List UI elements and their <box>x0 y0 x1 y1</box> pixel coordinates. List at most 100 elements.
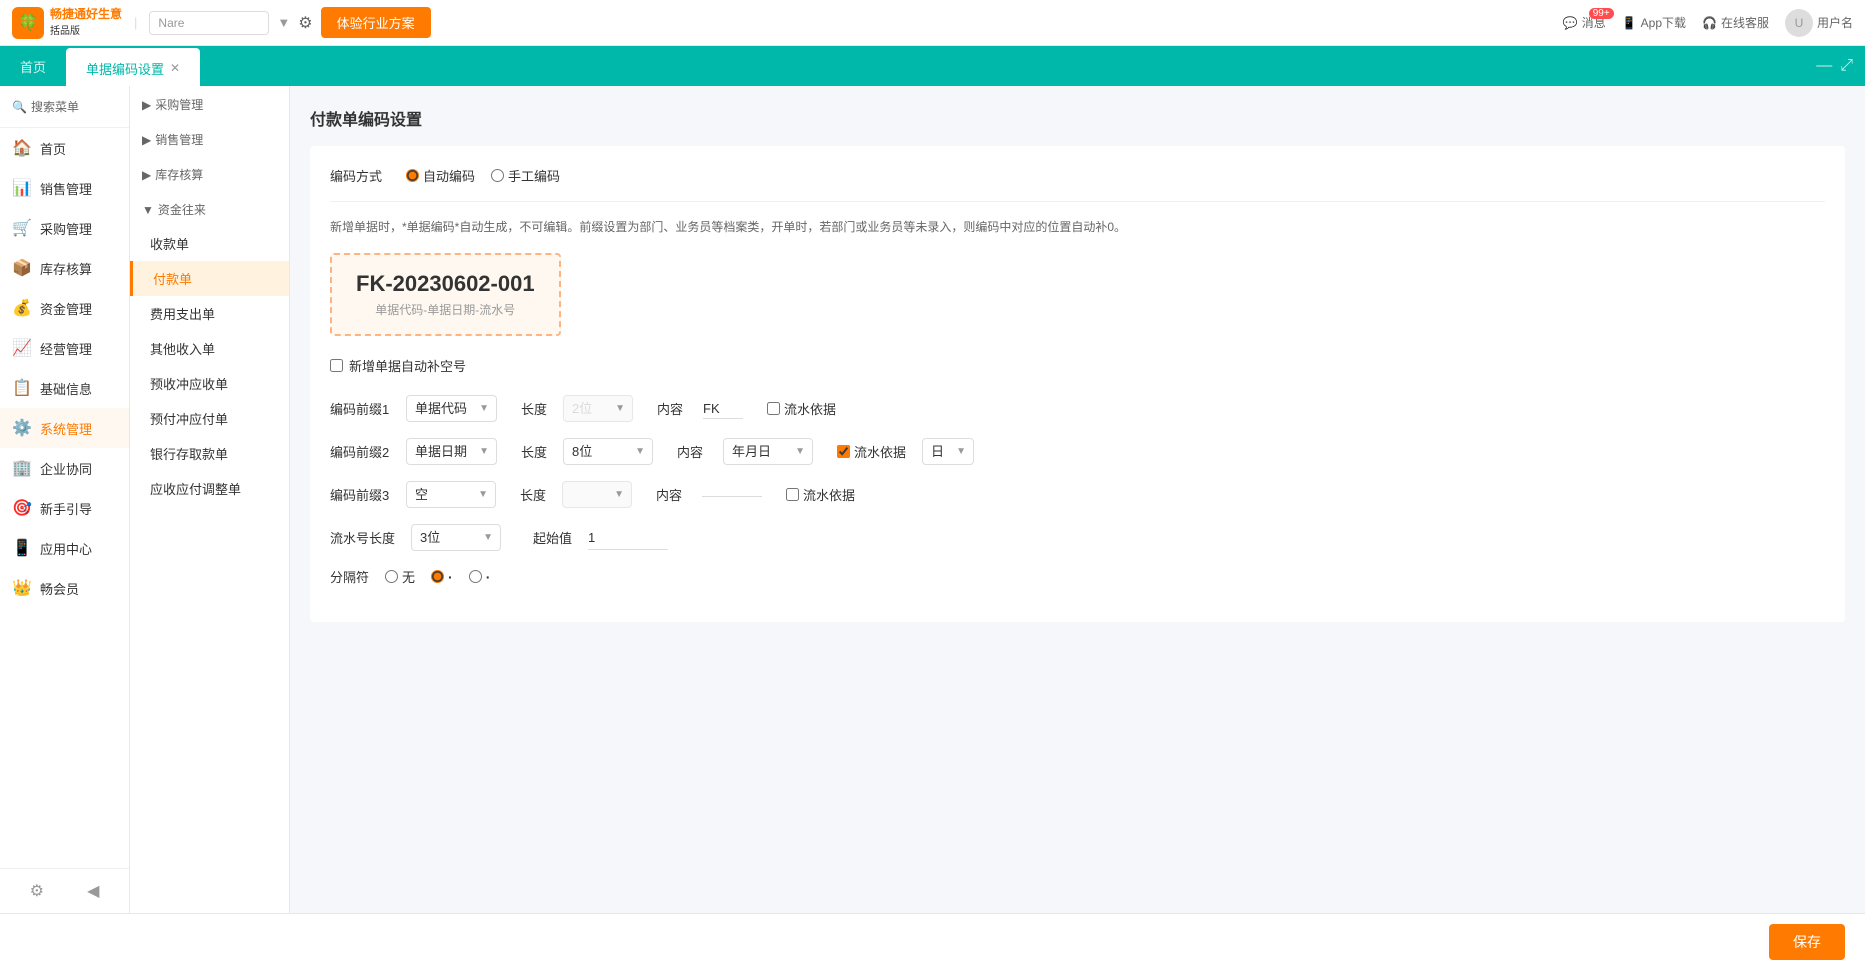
service-icon: 🎧 <box>1702 16 1717 30</box>
save-button[interactable]: 保存 <box>1769 924 1845 960</box>
auto-pad-checkbox[interactable] <box>330 359 343 372</box>
auto-encode-option[interactable]: 自动编码 <box>406 166 475 185</box>
sub-item-payment[interactable]: 付款单 <box>130 261 289 296</box>
download-icon: 📱 <box>1622 16 1637 30</box>
auto-pad-label[interactable]: 新增单据自动补空号 <box>349 356 466 375</box>
content2-select[interactable]: 年月日 年月 年 <box>723 438 813 465</box>
length1-label: 长度 <box>521 399 547 418</box>
sub-item-ar-ap-adj[interactable]: 应收应付调整单 <box>130 471 289 506</box>
content3-value <box>702 492 762 497</box>
sub-item-other-income[interactable]: 其他收入单 <box>130 331 289 366</box>
sub-group-purchase: ▶ 采购管理 <box>130 86 289 121</box>
watermark1-checkbox[interactable] <box>767 402 780 415</box>
bottom-bar: 保存 <box>0 913 1865 969</box>
tab-home[interactable]: 首页 <box>0 46 66 86</box>
search-input[interactable] <box>149 11 269 35</box>
sub-group-purchase-toggle[interactable]: ▶ 采购管理 <box>130 86 289 121</box>
content2-label: 内容 <box>677 442 703 461</box>
sidebar-footer: ⚙ ◀ <box>0 868 129 913</box>
prefix2-select[interactable]: 单据日期 <box>406 438 497 465</box>
watermark2-checkbox-label[interactable]: 流水依据 <box>837 442 906 461</box>
base-icon: 📋 <box>12 378 32 398</box>
sub-item-expense[interactable]: 费用支出单 <box>130 296 289 331</box>
sidebar-item-member[interactable]: 👑 畅会员 <box>0 568 129 608</box>
sep-dot2-radio[interactable] <box>469 570 482 583</box>
prefix3-select[interactable]: 空 <box>406 481 496 508</box>
corp-icon: 🏢 <box>12 458 32 478</box>
sub-item-prepay-ar[interactable]: 预收冲应收单 <box>130 366 289 401</box>
prefix1-select[interactable]: 单据代码 <box>406 395 497 422</box>
sub-group-finance-toggle[interactable]: ▼ 资金往来 <box>130 191 289 226</box>
cta-button[interactable]: 体验行业方案 <box>321 7 431 38</box>
auto-encode-radio[interactable] <box>406 169 419 182</box>
watermark1-checkbox-label[interactable]: 流水依据 <box>767 399 836 418</box>
sep-dot1-radio[interactable] <box>431 570 444 583</box>
sep-none-radio[interactable] <box>385 570 398 583</box>
length2-label: 长度 <box>521 442 547 461</box>
content3-label: 内容 <box>656 485 682 504</box>
length3-label: 长度 <box>520 485 546 504</box>
sidebar-item-sales[interactable]: 📊 销售管理 <box>0 168 129 208</box>
message-item[interactable]: 💬 消息 99+ <box>1563 14 1606 31</box>
sidebar-item-finance[interactable]: 💰 资金管理 <box>0 288 129 328</box>
sub-group-inventory: ▶ 库存核算 <box>130 156 289 191</box>
tab-close-icon[interactable]: ✕ <box>170 61 180 75</box>
content1-label: 内容 <box>657 399 683 418</box>
length2-select[interactable]: 8位 <box>563 438 653 465</box>
search-menu-button[interactable]: 🔍 搜索菜单 <box>8 94 121 119</box>
sidebar-item-corp[interactable]: 🏢 企业协同 <box>0 448 129 488</box>
sep-dot1-option[interactable]: · <box>431 569 453 585</box>
sidebar-item-home[interactable]: 🏠 首页 <box>0 128 129 168</box>
sidebar-item-business[interactable]: 📈 经营管理 <box>0 328 129 368</box>
serial-length-wrapper: 3位 4位 5位 6位 ▼ <box>411 524 501 551</box>
sep-none-option[interactable]: 无 <box>385 567 415 586</box>
user-item[interactable]: U 用户名 <box>1785 9 1853 37</box>
prefix-row-3: 编码前缀3 空 ▼ 长度 ▼ 内容 流水 <box>330 481 1825 508</box>
prefix3-select-wrapper: 空 ▼ <box>406 481 496 508</box>
length3-select <box>562 481 632 508</box>
watermark3-checkbox[interactable] <box>786 488 799 501</box>
sub-item-receipt[interactable]: 收款单 <box>130 226 289 261</box>
topbar: 🍀 畅捷通好生意 括品版 | ▼ ⚙ 体验行业方案 💬 消息 99+ 📱 App… <box>0 0 1865 46</box>
tab-encoding-settings[interactable]: 单据编码设置 ✕ <box>66 48 200 88</box>
maximize-icon[interactable]: ⤢ <box>1840 57 1853 75</box>
prefix1-label: 编码前缀1 <box>330 399 390 418</box>
manual-encode-option[interactable]: 手工编码 <box>491 166 560 185</box>
serial-length-label: 流水号长度 <box>330 528 395 547</box>
watermark3-checkbox-label[interactable]: 流水依据 <box>786 485 855 504</box>
prefix2-select-wrapper: 单据日期 ▼ <box>406 438 497 465</box>
sidebar-item-purchase[interactable]: 🛒 采购管理 <box>0 208 129 248</box>
sidebar-item-guide[interactable]: 🎯 新手引导 <box>0 488 129 528</box>
download-item[interactable]: 📱 App下载 <box>1622 14 1686 31</box>
day-select[interactable]: 日 月 年 <box>922 438 974 465</box>
sub-group-sales-toggle[interactable]: ▶ 销售管理 <box>130 121 289 156</box>
sub-item-bank[interactable]: 银行存取款单 <box>130 436 289 471</box>
sidebar-item-system[interactable]: ⚙️ 系统管理 <box>0 408 129 448</box>
separator-label: 分隔符 <box>330 567 369 586</box>
sidebar-item-apps[interactable]: 📱 应用中心 <box>0 528 129 568</box>
sep-dot2-option[interactable]: · <box>469 569 491 585</box>
manual-encode-radio[interactable] <box>491 169 504 182</box>
settings-footer-button[interactable]: ⚙ <box>26 877 48 905</box>
message-badge: 99+ <box>1589 8 1614 19</box>
purchase-icon: 🛒 <box>12 218 32 238</box>
sub-item-prepay-ap[interactable]: 预付冲应付单 <box>130 401 289 436</box>
service-item[interactable]: 🎧 在线客服 <box>1702 14 1769 31</box>
minimize-icon[interactable]: — <box>1816 57 1832 75</box>
content1-value: FK <box>703 399 743 419</box>
sidebar-item-inventory[interactable]: 📦 库存核算 <box>0 248 129 288</box>
sidebar-search-area: 🔍 搜索菜单 <box>0 86 129 128</box>
inventory-icon: 📦 <box>12 258 32 278</box>
gear-icon[interactable]: ⚙ <box>298 13 312 33</box>
chevron-right-icon2: ▶ <box>142 133 151 147</box>
sidebar-item-base[interactable]: 📋 基础信息 <box>0 368 129 408</box>
length1-wrapper: 2位 ▼ <box>563 395 633 422</box>
sub-group-inventory-toggle[interactable]: ▶ 库存核算 <box>130 156 289 191</box>
serial-length-select[interactable]: 3位 4位 5位 6位 <box>411 524 501 551</box>
apps-icon: 📱 <box>12 538 32 558</box>
watermark2-checkbox[interactable] <box>837 445 850 458</box>
serial-start-input[interactable]: 1 <box>588 526 668 550</box>
sep-dot2-value: · <box>486 569 491 585</box>
dropdown-arrow-icon[interactable]: ▼ <box>277 15 290 30</box>
collapse-sidebar-button[interactable]: ◀ <box>83 877 103 905</box>
